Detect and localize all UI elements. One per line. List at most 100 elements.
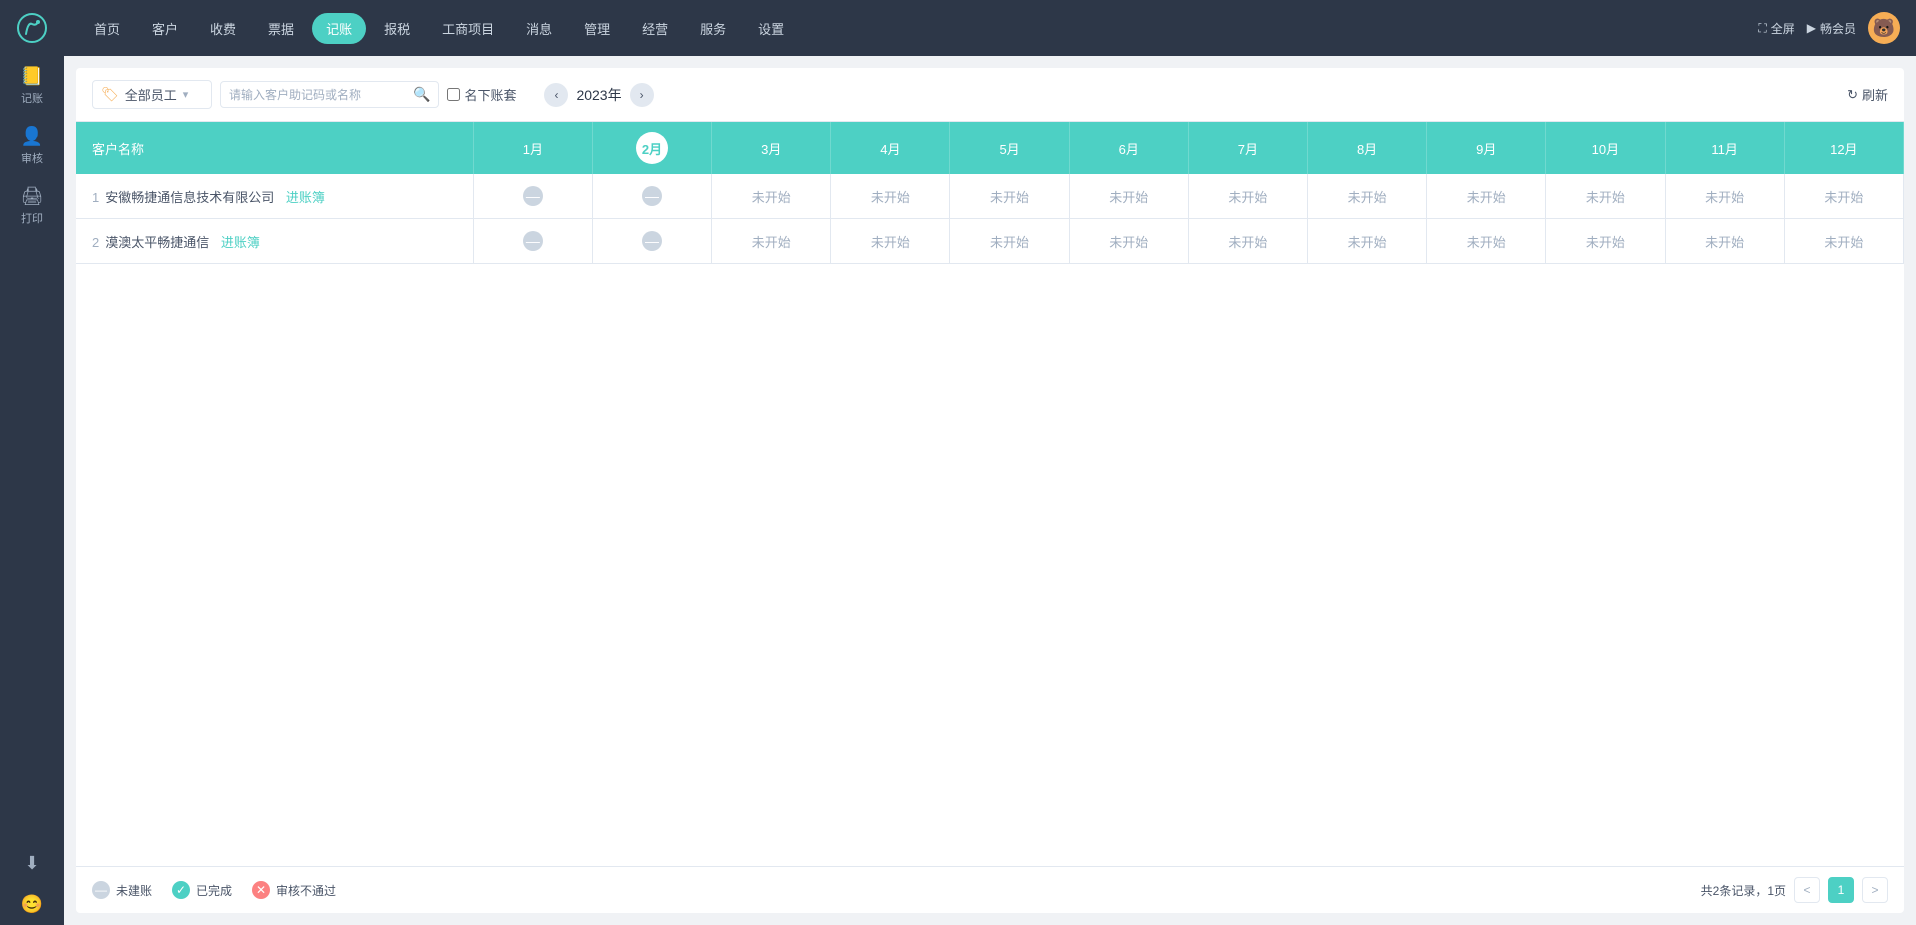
toolbar: 🏷 全部员工 ▾ 🔍 名下账套 ‹ 2023年 ›	[76, 68, 1904, 122]
sidebar: 📒 记账 👤 审核 🖨 打印 ⬇ 😊	[0, 0, 64, 925]
nav-service[interactable]: 服务	[686, 13, 740, 44]
not-created-dot: —	[92, 881, 110, 899]
next-page-button[interactable]: >	[1862, 877, 1888, 903]
not-started-text: 未开始	[1705, 235, 1744, 250]
minus-icon: —	[523, 231, 543, 251]
nav-home[interactable]: 首页	[80, 13, 134, 44]
nav-manage[interactable]: 管理	[570, 13, 624, 44]
sidebar-item-audit-label: 审核	[21, 150, 43, 166]
vip-label: 畅会员	[1820, 20, 1856, 37]
nav-client[interactable]: 客户	[138, 13, 192, 44]
legend-rejected: ✕ 审核不通过	[252, 881, 336, 899]
not-started-text: 未开始	[1348, 235, 1387, 250]
not-started-text: 未开始	[1348, 190, 1387, 205]
cell-aug: 未开始	[1307, 174, 1426, 219]
search-input[interactable]	[229, 88, 409, 102]
not-started-text: 未开始	[1109, 190, 1148, 205]
not-started-text: 未开始	[1705, 190, 1744, 205]
main-wrapper: 首页 客户 收费 票据 记账 报税 工商项目 消息 管理 经营 服务 设置 ⛶ …	[64, 0, 1916, 925]
col-apr: 4月	[831, 122, 950, 174]
cell-mar: 未开始	[712, 219, 831, 264]
nav-message[interactable]: 消息	[512, 13, 566, 44]
not-started-text: 未开始	[871, 235, 910, 250]
bookkeeping-icon: 📒	[21, 66, 43, 87]
next-year-button[interactable]: ›	[630, 83, 654, 107]
cell-jan: —	[473, 219, 592, 264]
row-index: 2	[92, 235, 99, 250]
enter-ledger-link[interactable]: 进账簿	[286, 190, 325, 205]
cell-jan: —	[473, 174, 592, 219]
sidebar-bottom: ⬇ 😊	[0, 843, 64, 925]
cell-sep: 未开始	[1427, 219, 1546, 264]
company-name: 安徽畅捷通信息技术有限公司	[105, 190, 274, 205]
filter-checkbox-label[interactable]: 名下账套	[447, 85, 516, 104]
company-name-cell: 1安徽畅捷通信息技术有限公司 进账簿	[76, 174, 473, 219]
year-nav: ‹ 2023年 ›	[544, 83, 653, 107]
vip-button[interactable]: ▶ 畅会员	[1807, 20, 1856, 37]
nav-business[interactable]: 工商项目	[428, 13, 508, 44]
employee-select[interactable]: 🏷 全部员工 ▾	[92, 80, 212, 109]
nav-settings[interactable]: 设置	[744, 13, 798, 44]
minus-icon: —	[523, 186, 543, 206]
nav-tax[interactable]: 报税	[370, 13, 424, 44]
topnav: 首页 客户 收费 票据 记账 报税 工商项目 消息 管理 经营 服务 设置 ⛶ …	[64, 0, 1916, 56]
search-icon[interactable]: 🔍	[413, 86, 430, 103]
not-started-text: 未开始	[752, 235, 791, 250]
not-started-text: 未开始	[1586, 190, 1625, 205]
chevron-down-icon: ▾	[183, 88, 189, 101]
sidebar-item-download[interactable]: ⬇	[0, 843, 64, 884]
main-card: 🏷 全部员工 ▾ 🔍 名下账套 ‹ 2023年 ›	[76, 68, 1904, 913]
legend-not-created: — 未建账	[92, 881, 152, 899]
legend-not-created-label: 未建账	[116, 882, 152, 899]
fullscreen-label: 全屏	[1771, 20, 1795, 37]
refresh-label: 刷新	[1862, 85, 1888, 104]
filter-checkbox[interactable]	[447, 88, 460, 101]
company-name: 漠澳太平畅捷通信	[105, 235, 209, 250]
col-jun: 6月	[1069, 122, 1188, 174]
enter-ledger-link[interactable]: 进账簿	[221, 235, 260, 250]
support-icon: 😊	[21, 894, 43, 915]
sidebar-item-bookkeeping-label: 记账	[21, 90, 43, 106]
nav-billing[interactable]: 收费	[196, 13, 250, 44]
not-started-text: 未开始	[871, 190, 910, 205]
prev-year-button[interactable]: ‹	[544, 83, 568, 107]
not-started-text: 未开始	[1586, 235, 1625, 250]
fullscreen-icon: ⛶	[1758, 21, 1766, 36]
nav-bookkeeping[interactable]: 记账	[312, 13, 366, 44]
col-aug: 8月	[1307, 122, 1426, 174]
nav-invoice[interactable]: 票据	[254, 13, 308, 44]
cell-apr: 未开始	[831, 174, 950, 219]
cell-feb: —	[592, 219, 711, 264]
refresh-button[interactable]: ↻ 刷新	[1847, 85, 1888, 104]
sidebar-item-support[interactable]: 😊	[0, 884, 64, 925]
footer: — 未建账 ✓ 已完成 ✕ 审核不通过 共2条记录，1页 < 1 >	[76, 866, 1904, 913]
nav-operation[interactable]: 经营	[628, 13, 682, 44]
not-started-text: 未开始	[1467, 190, 1506, 205]
sidebar-item-bookkeeping[interactable]: 📒 记账	[0, 56, 64, 116]
sidebar-item-audit[interactable]: 👤 审核	[0, 116, 64, 176]
cell-jun: 未开始	[1069, 219, 1188, 264]
cell-feb: —	[592, 174, 711, 219]
not-started-text: 未开始	[752, 190, 791, 205]
current-month-circle: 2月	[636, 132, 668, 164]
fullscreen-button[interactable]: ⛶ 全屏	[1758, 20, 1794, 37]
col-feb: 2月	[592, 122, 711, 174]
company-name-cell: 2 漠澳太平畅捷通信 进账簿	[76, 219, 473, 264]
sidebar-item-print[interactable]: 🖨 打印	[0, 176, 64, 236]
cell-jul: 未开始	[1188, 174, 1307, 219]
legend-completed: ✓ 已完成	[172, 881, 232, 899]
prev-page-button[interactable]: <	[1794, 877, 1820, 903]
cell-aug: 未开始	[1307, 219, 1426, 264]
employee-icon: 🏷	[101, 86, 119, 103]
avatar[interactable]: 🐻	[1868, 12, 1900, 44]
table-row: 2漠澳太平畅捷通信 进账簿——未开始未开始未开始未开始未开始未开始未开始未开始未…	[76, 219, 1904, 264]
page-1-button[interactable]: 1	[1828, 877, 1854, 903]
table-row: 1安徽畅捷通信息技术有限公司 进账簿 — — 未开始 未开始 未开始 未开始 未开始 未开始 未开…	[76, 174, 1904, 219]
legend-rejected-label: 审核不通过	[276, 882, 336, 899]
print-icon: 🖨	[21, 186, 44, 207]
col-oct: 10月	[1546, 122, 1665, 174]
filter-label: 名下账套	[464, 85, 516, 104]
not-started-text: 未开始	[990, 190, 1029, 205]
rejected-dot: ✕	[252, 881, 270, 899]
not-started-text: 未开始	[1467, 235, 1506, 250]
